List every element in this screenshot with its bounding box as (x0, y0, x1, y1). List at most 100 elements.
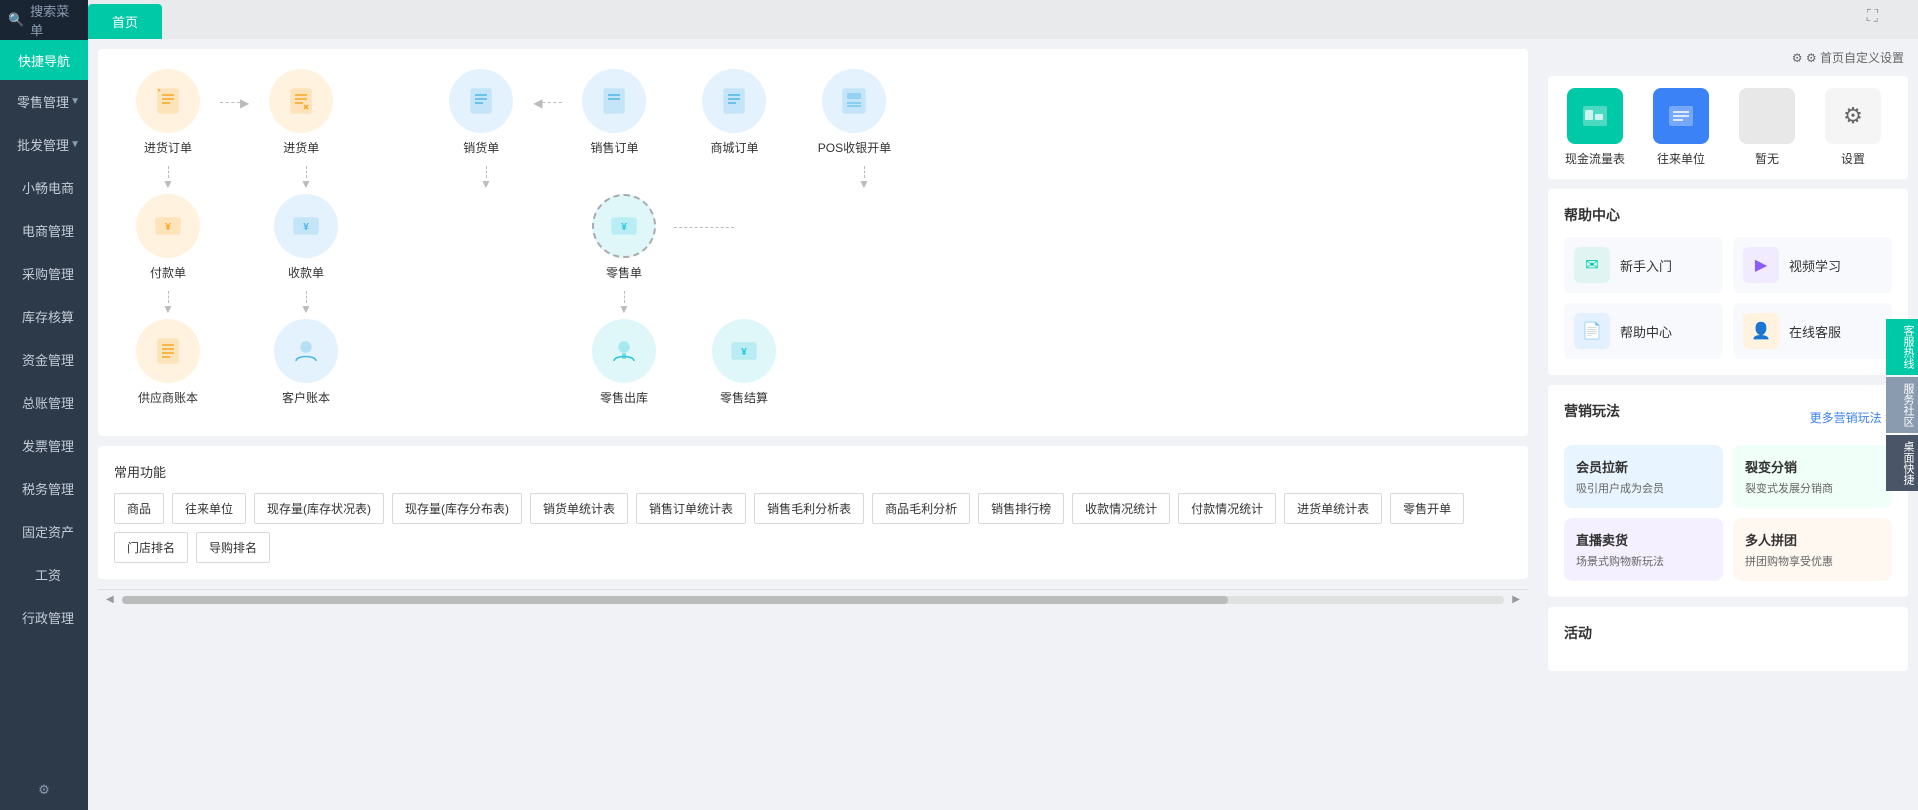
marketing-header: 营销玩法 更多营销玩法 > (1564, 401, 1892, 433)
flow-node-retail-order[interactable]: ¥ 零售单 (574, 194, 674, 281)
func-btn-partner[interactable]: 往来单位 (172, 493, 246, 524)
v-arrow-row-1: ▼ ▼ ▼ (118, 166, 1508, 190)
desktop-label: 桌面快捷 (1902, 441, 1914, 485)
sidebar-item-assets[interactable]: 固定资产 (0, 510, 88, 553)
func-btn-goods-margin[interactable]: 商品毛利分析 (872, 493, 970, 524)
marketing-live[interactable]: 直播卖货 场景式购物新玩法 (1564, 518, 1723, 581)
flow-node-pos[interactable]: POS收银开单 (804, 69, 904, 156)
sidebar-settings[interactable]: ⚙ (0, 770, 88, 810)
chevron-down-icon: ▼ (70, 96, 80, 107)
sidebar-item-purchase-label: 采购管理 (16, 264, 80, 283)
flow-node-payment[interactable]: ¥ 付款单 (118, 194, 218, 281)
gear-icon: ⚙ (38, 782, 50, 798)
scroll-left-btn[interactable]: ◀ (106, 594, 114, 605)
common-functions-title: 常用功能 (114, 462, 1512, 481)
flow-node-purchase[interactable]: 进货单 (251, 69, 351, 156)
video-icon: ▶ (1743, 247, 1779, 283)
activity-title: 活动 (1564, 623, 1892, 643)
sidebar-item-admin[interactable]: 行政管理 (0, 596, 88, 639)
fullscreen-icon[interactable]: ⛶ (1867, 8, 1878, 26)
help-item-docs[interactable]: 📄 帮助中心 (1564, 303, 1723, 359)
gear-icon-settings: ⚙ (1792, 51, 1803, 65)
flow-node-customer-account[interactable]: 客户账本 (256, 319, 356, 406)
sidebar-item-inventory[interactable]: 库存核算 (0, 295, 88, 338)
sidebar-item-invoice[interactable]: 发票管理 (0, 424, 88, 467)
help-item-video[interactable]: ▶ 视频学习 (1733, 237, 1892, 293)
func-btn-retail-order[interactable]: 零售开单 (1390, 493, 1464, 524)
pos-label: POS收银开单 (818, 139, 891, 156)
more-marketing-link[interactable]: 更多营销玩法 > (1810, 409, 1892, 426)
sidebar-item-tax-label: 税务管理 (16, 479, 80, 498)
sidebar-item-wholesale[interactable]: 批发管理 ▼ (0, 123, 88, 166)
settings-icon: ⚙ (1825, 88, 1881, 144)
supplier-account-label: 供应商账本 (138, 389, 198, 406)
v-arrow-pos: ▼ (814, 166, 914, 190)
scrollbar-track[interactable] (122, 596, 1505, 604)
sidebar-item-ecommerce[interactable]: 小畅电商 (0, 166, 88, 209)
func-btn-sales-stat[interactable]: 销货单统计表 (530, 493, 628, 524)
sidebar-item-ecommerce-mgmt[interactable]: 电商管理 (0, 209, 88, 252)
scroll-indicator[interactable]: ◀ ▶ (98, 589, 1528, 609)
v-arrow-receipt: ▼ (256, 291, 356, 315)
quick-tile-cashflow[interactable]: 现金流量表 (1560, 88, 1630, 167)
marketing-group[interactable]: 多人拼团 拼团购物享受优惠 (1733, 518, 1892, 581)
sales-order-label: 销售订单 (590, 139, 638, 156)
func-btn-goods[interactable]: 商品 (114, 493, 164, 524)
marketing-live-desc: 场景式购物新玩法 (1576, 553, 1711, 569)
marketing-live-title: 直播卖货 (1576, 530, 1711, 549)
float-btn-desktop[interactable]: 桌面快捷 (1886, 435, 1918, 491)
func-btn-sales-margin[interactable]: 销售毛利分析表 (754, 493, 864, 524)
func-btn-receipt-stat[interactable]: 收款情况统计 (1072, 493, 1170, 524)
empty-label: 暂无 (1755, 150, 1779, 167)
flow-node-purchase-order[interactable]: 进货订单 (118, 69, 218, 156)
float-btn-hotline[interactable]: 客服热线 (1886, 319, 1918, 375)
arrow-left-2: ◀ (533, 96, 542, 110)
cashflow-label: 现金流量表 (1565, 150, 1625, 167)
retail-out-label: 零售出库 (600, 389, 648, 406)
flow-node-mall-order[interactable]: 商城订单 (684, 69, 784, 156)
flow-node-sales[interactable]: 销货单 (431, 69, 531, 156)
help-item-beginner[interactable]: ✉ 新手入门 (1564, 237, 1723, 293)
arrow-right-1: ▶ (240, 96, 249, 110)
v-arrow-purchase2: ▼ (256, 166, 356, 190)
scroll-right-btn[interactable]: ▶ (1512, 594, 1520, 605)
func-btn-purchase-stat[interactable]: 进货单统计表 (1284, 493, 1382, 524)
sidebar-item-invoice-label: 发票管理 (16, 436, 80, 455)
settings-label: 设置 (1841, 150, 1865, 167)
flow-node-receipt[interactable]: ¥ 收款单 (256, 194, 356, 281)
quick-tile-settings[interactable]: ⚙ 设置 (1818, 88, 1888, 167)
help-item-service[interactable]: 👤 在线客服 (1733, 303, 1892, 359)
func-btn-inventory1[interactable]: 现存量(库存状况表) (254, 493, 384, 524)
func-btn-inventory2[interactable]: 现存量(库存分布表) (392, 493, 522, 524)
sidebar-nav-highlight[interactable]: 快捷导航 (0, 40, 88, 80)
sidebar-item-purchase[interactable]: 采购管理 (0, 252, 88, 295)
float-btn-community[interactable]: 服务社区 (1886, 377, 1918, 433)
cashflow-icon (1567, 88, 1623, 144)
flow-node-supplier-account[interactable]: 供应商账本 (118, 319, 218, 406)
quick-tile-empty[interactable]: 暂无 (1732, 88, 1802, 167)
tab-home[interactable]: 首页 (88, 4, 162, 39)
receipt-label: 收款单 (288, 264, 324, 281)
sidebar-item-retail[interactable]: 零售管理 ▼ (0, 80, 88, 123)
func-btn-sales-order-stat[interactable]: 销售订单统计表 (636, 493, 746, 524)
sidebar-search[interactable]: 🔍 搜索菜单 (0, 0, 88, 40)
sidebar-item-finance[interactable]: 资金管理 (0, 338, 88, 381)
func-btn-store-rank[interactable]: 门店排名 (114, 532, 188, 563)
sidebar: 🔍 搜索菜单 快捷导航 零售管理 ▼ 批发管理 ▼ 小畅电商 电商管理 采购管理… (0, 0, 88, 810)
sidebar-item-salary[interactable]: 工资 (0, 553, 88, 596)
func-btn-sales-rank[interactable]: 销售排行榜 (978, 493, 1064, 524)
func-btn-payment-stat[interactable]: 付款情况统计 (1178, 493, 1276, 524)
marketing-split[interactable]: 裂变分销 裂变式发展分销商 (1733, 445, 1892, 508)
flow-node-retail-settlement[interactable]: ¥ 零售结算 (694, 319, 794, 406)
flow-node-retail-out[interactable]: 零售出库 (574, 319, 674, 406)
func-btn-guide-rank[interactable]: 导购排名 (196, 532, 270, 563)
sidebar-nav-label: 快捷导航 (18, 51, 70, 70)
flow-node-sales-order[interactable]: 销售订单 (564, 69, 664, 156)
community-label: 服务社区 (1902, 383, 1914, 427)
quick-tile-partner[interactable]: 往来单位 (1646, 88, 1716, 167)
homepage-settings[interactable]: ⚙ ⚙ 首页自定义设置 (1548, 49, 1908, 66)
marketing-member[interactable]: 会员拉新 吸引用户成为会员 (1564, 445, 1723, 508)
receipt-icon: ¥ (274, 194, 338, 258)
sidebar-item-ledger[interactable]: 总账管理 (0, 381, 88, 424)
sidebar-item-tax[interactable]: 税务管理 (0, 467, 88, 510)
